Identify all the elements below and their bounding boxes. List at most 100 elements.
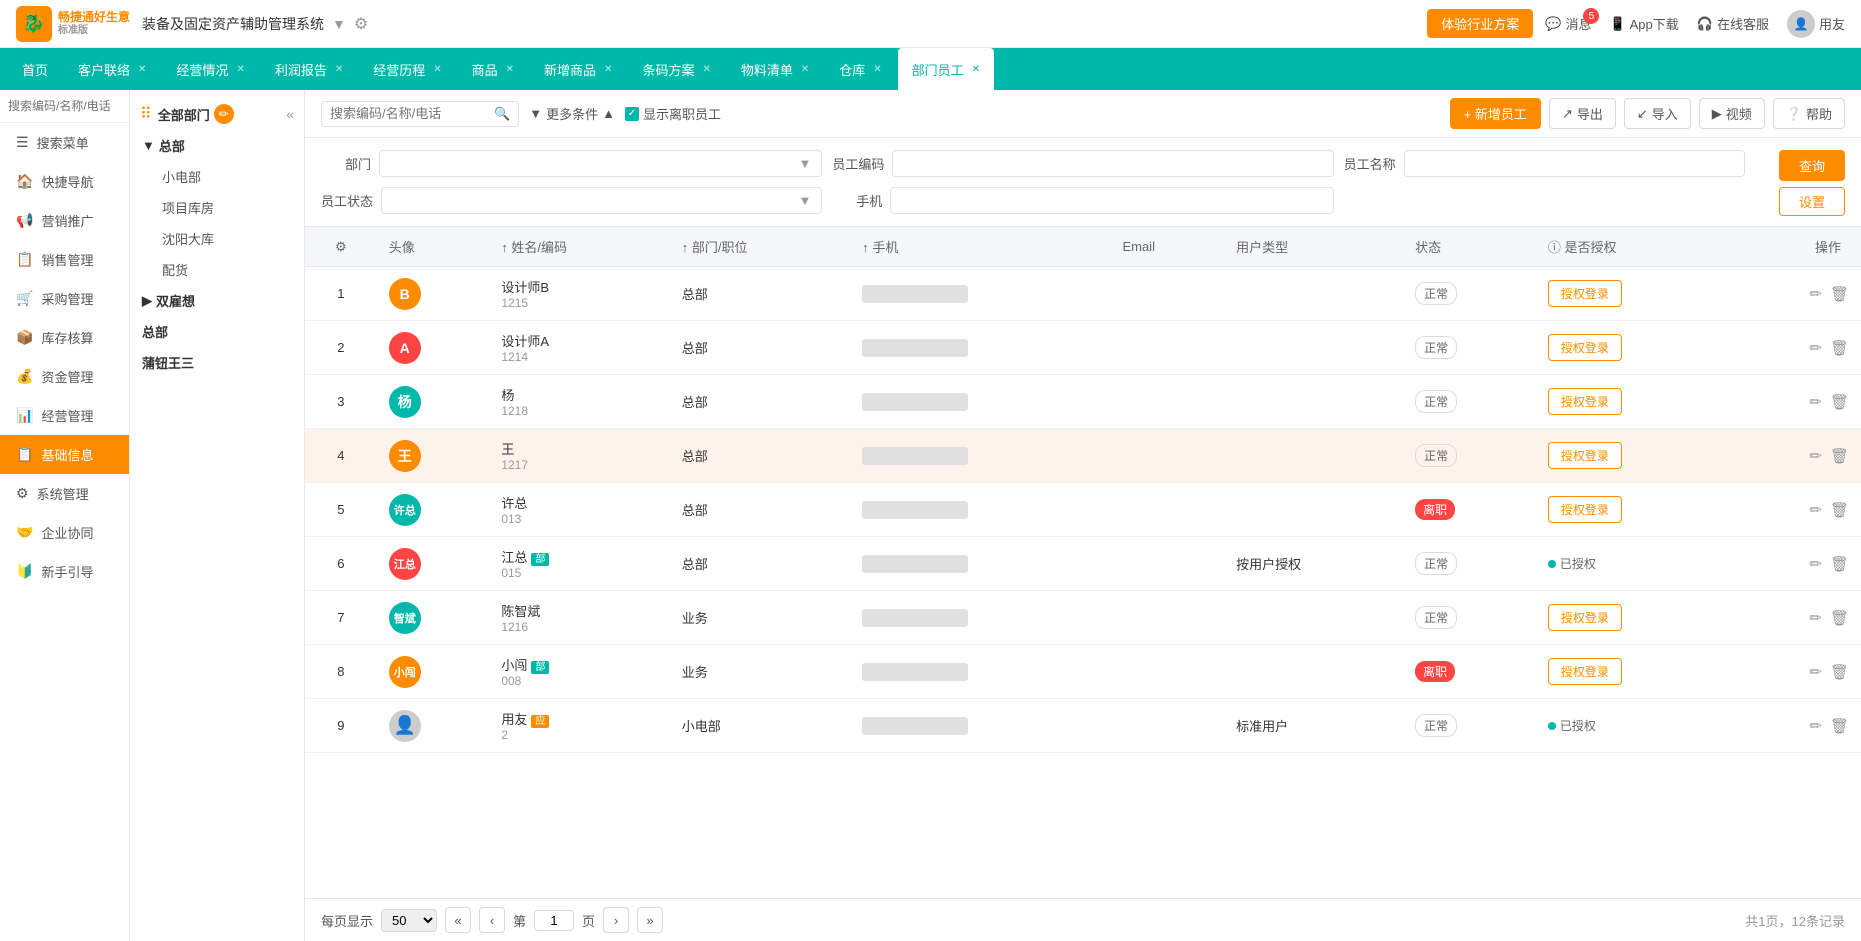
search-icon[interactable]: 🔍 xyxy=(494,106,510,122)
tab-dept-employee[interactable]: 部门员工 ✕ xyxy=(898,48,994,90)
dept-item-zongbu2[interactable]: 总部 xyxy=(130,316,304,347)
tab-customer[interactable]: 客户联络 ✕ xyxy=(64,48,160,90)
tab-history-close[interactable]: ✕ xyxy=(433,64,441,75)
sidebar-item-collaboration[interactable]: 🤝 企业协同 xyxy=(0,513,129,552)
sidebar-item-inventory[interactable]: 📦 库存核算 xyxy=(0,318,129,357)
filter-emp-name-input[interactable] xyxy=(1404,150,1745,177)
col-phone[interactable]: ↑ 手机 xyxy=(850,227,1110,267)
edit-button[interactable]: ✏ xyxy=(1809,555,1822,573)
messages-button[interactable]: 💬 消息 5 xyxy=(1545,14,1591,33)
dept-item-shenyang[interactable]: 沈阳大库 xyxy=(130,223,304,254)
auth-login-button[interactable]: 授权登录 xyxy=(1548,604,1622,631)
sidebar-item-marketing[interactable]: 📢 营销推广 xyxy=(0,201,129,240)
col-name[interactable]: ↑ 姓名/编码 xyxy=(489,227,669,267)
auth-login-button[interactable]: 授权登录 xyxy=(1548,442,1622,469)
edit-button[interactable]: ✏ xyxy=(1809,501,1822,519)
dept-panel-collapse-btn[interactable]: « xyxy=(286,106,294,122)
show-resigned-checkbox[interactable]: ✓ 显示离职员工 xyxy=(625,104,721,123)
sidebar-item-purchase[interactable]: 🛒 采购管理 xyxy=(0,279,129,318)
delete-button[interactable]: 🗑 xyxy=(1830,501,1849,519)
delete-button[interactable]: 🗑 xyxy=(1830,447,1849,465)
query-button[interactable]: 查询 xyxy=(1779,150,1845,181)
tab-operations[interactable]: 经营情况 ✕ xyxy=(162,48,258,90)
tab-dept-close[interactable]: ✕ xyxy=(972,64,980,75)
page-size-select[interactable]: 50 10 20 100 xyxy=(381,909,437,932)
tab-add-goods[interactable]: 新增商品 ✕ xyxy=(530,48,626,90)
dept-item-peihuo[interactable]: 配货 xyxy=(130,254,304,285)
delete-button[interactable]: 🗑 xyxy=(1830,717,1849,735)
tab-profit[interactable]: 利润报告 ✕ xyxy=(261,48,357,90)
auth-login-button[interactable]: 授权登录 xyxy=(1548,658,1622,685)
trial-button[interactable]: 体验行业方案 xyxy=(1427,9,1533,38)
more-conditions-button[interactable]: ▼ 更多条件 ▲ xyxy=(529,104,615,123)
app-download-button[interactable]: 📱 App下载 xyxy=(1609,14,1678,33)
dept-panel-label[interactable]: 全部部门 xyxy=(158,105,210,124)
tab-goods-close[interactable]: ✕ xyxy=(506,64,514,75)
reset-button[interactable]: 设置 xyxy=(1779,187,1845,216)
sidebar-item-guide[interactable]: 🔰 新手引导 xyxy=(0,552,129,591)
sidebar-item-finance[interactable]: 💰 资金管理 xyxy=(0,357,129,396)
filter-dept-select[interactable]: ▼ xyxy=(379,150,822,177)
sidebar-item-sales[interactable]: 📋 销售管理 xyxy=(0,240,129,279)
tab-barcode[interactable]: 条码方案 ✕ xyxy=(628,48,724,90)
delete-button[interactable]: 🗑 xyxy=(1830,285,1849,303)
dept-item-xiangmu[interactable]: 项目库房 xyxy=(130,192,304,223)
gear-icon[interactable]: ⚙ xyxy=(354,14,368,34)
filter-status-select[interactable]: ▼ xyxy=(381,187,822,214)
tab-bom[interactable]: 物料清单 ✕ xyxy=(727,48,823,90)
edit-button[interactable]: ✏ xyxy=(1809,339,1822,357)
next-page-button[interactable]: › xyxy=(603,907,629,933)
col-settings[interactable]: ⚙ xyxy=(305,227,377,267)
tab-warehouse[interactable]: 仓库 ✕ xyxy=(825,48,895,90)
add-employee-button[interactable]: + 新增员工 xyxy=(1450,98,1541,129)
tab-history[interactable]: 经营历程 ✕ xyxy=(359,48,455,90)
search-input[interactable] xyxy=(330,106,490,121)
auth-login-button[interactable]: 授权登录 xyxy=(1548,388,1622,415)
dept-item-putiuwangsan[interactable]: 蒲钮王三 xyxy=(130,347,304,378)
last-page-button[interactable]: » xyxy=(637,907,663,933)
tab-customer-close[interactable]: ✕ xyxy=(138,64,146,75)
sidebar-item-quick-nav[interactable]: 🏠 快捷导航 xyxy=(0,162,129,201)
delete-button[interactable]: 🗑 xyxy=(1830,609,1849,627)
tab-bom-close[interactable]: ✕ xyxy=(801,64,809,75)
online-support-button[interactable]: 🎧 在线客服 xyxy=(1697,14,1769,33)
dept-item-shuangzixiang[interactable]: ▶ 双雇想 xyxy=(130,285,304,316)
col-dept[interactable]: ↑ 部门/职位 xyxy=(670,227,850,267)
edit-button[interactable]: ✏ xyxy=(1809,447,1822,465)
first-page-button[interactable]: « xyxy=(445,907,471,933)
tab-warehouse-close[interactable]: ✕ xyxy=(873,64,881,75)
dept-panel-add-btn[interactable]: ✏ xyxy=(214,104,234,124)
sidebar-item-search[interactable]: ☰ 搜索菜单 xyxy=(0,123,129,162)
sidebar-item-system[interactable]: ⚙ 系统管理 xyxy=(0,474,129,513)
help-button[interactable]: ❔ 帮助 xyxy=(1773,98,1845,129)
dept-item-zongbu[interactable]: ▼ 总部 xyxy=(130,130,304,161)
current-page-input[interactable] xyxy=(534,910,574,931)
filter-phone-input[interactable] xyxy=(890,187,1333,214)
delete-button[interactable]: 🗑 xyxy=(1830,393,1849,411)
edit-button[interactable]: ✏ xyxy=(1809,285,1822,303)
edit-button[interactable]: ✏ xyxy=(1809,609,1822,627)
sidebar-item-basic-info[interactable]: 📋 基础信息 xyxy=(0,435,129,474)
prev-page-button[interactable]: ‹ xyxy=(479,907,505,933)
edit-button[interactable]: ✏ xyxy=(1809,393,1822,411)
import-button[interactable]: ↙ 导入 xyxy=(1624,98,1691,129)
tab-add-goods-close[interactable]: ✕ xyxy=(604,64,612,75)
export-button[interactable]: ↗ 导出 xyxy=(1549,98,1616,129)
tab-goods[interactable]: 商品 ✕ xyxy=(458,48,528,90)
filter-emp-code-input[interactable] xyxy=(892,150,1333,177)
sidebar-item-ops[interactable]: 📊 经营管理 xyxy=(0,396,129,435)
tab-ops-close[interactable]: ✕ xyxy=(236,64,244,75)
delete-button[interactable]: 🗑 xyxy=(1830,339,1849,357)
auth-login-button[interactable]: 授权登录 xyxy=(1548,496,1622,523)
user-avatar[interactable]: 👤 用友 xyxy=(1787,10,1845,38)
edit-button[interactable]: ✏ xyxy=(1809,717,1822,735)
tab-barcode-close[interactable]: ✕ xyxy=(702,64,710,75)
auth-login-button[interactable]: 授权登录 xyxy=(1548,334,1622,361)
auth-login-button[interactable]: 授权登录 xyxy=(1548,280,1622,307)
edit-button[interactable]: ✏ xyxy=(1809,663,1822,681)
search-menu-input[interactable] xyxy=(8,99,130,113)
delete-button[interactable]: 🗑 xyxy=(1830,663,1849,681)
view-button[interactable]: ▶ 视频 xyxy=(1699,98,1765,129)
dept-item-xiaodianbu[interactable]: 小电部 xyxy=(130,161,304,192)
delete-button[interactable]: 🗑 xyxy=(1830,555,1849,573)
